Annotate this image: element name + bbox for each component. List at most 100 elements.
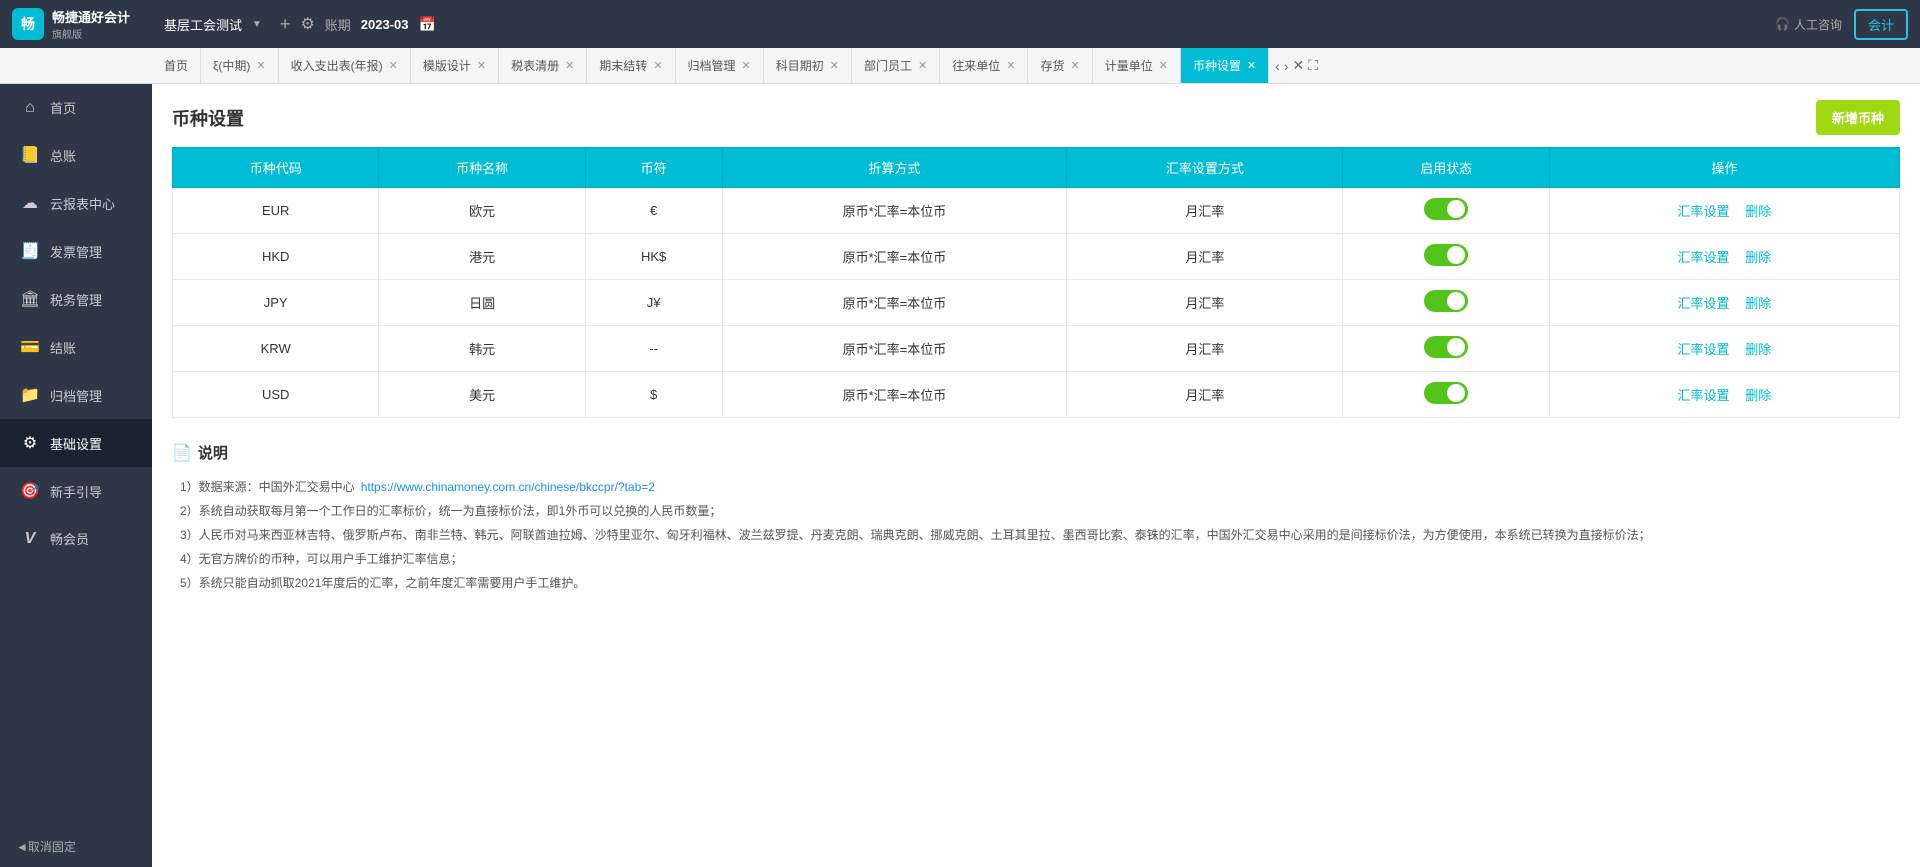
col-code: 币种代码 bbox=[173, 148, 379, 188]
workspace-settings-icon[interactable]: ⚙ bbox=[300, 14, 314, 34]
tab-close-icon[interactable]: ✕ bbox=[389, 59, 398, 72]
toggle-switch[interactable] bbox=[1424, 198, 1468, 220]
sidebar-item-settings[interactable]: ⚙ 基础设置 bbox=[0, 419, 152, 467]
workspace-name[interactable]: 基层工会测试 bbox=[164, 15, 242, 34]
tab-contacts[interactable]: 往来单位 ✕ bbox=[940, 48, 1028, 84]
tab-tax-list[interactable]: 税表清册 ✕ bbox=[499, 48, 587, 84]
new-currency-button[interactable]: 新增币种 bbox=[1816, 100, 1900, 135]
headset-icon: 🎧 bbox=[1775, 17, 1790, 31]
tab-inventory[interactable]: 存货 ✕ bbox=[1028, 48, 1092, 84]
account-button[interactable]: 会计 bbox=[1854, 9, 1908, 40]
col-method: 折算方式 bbox=[722, 148, 1067, 188]
cell-code: HKD bbox=[173, 234, 379, 280]
tab-unit[interactable]: 计量单位 ✕ bbox=[1093, 48, 1181, 84]
tab-close-icon[interactable]: ✕ bbox=[742, 59, 751, 72]
tab-annual-report[interactable]: 收入支出表(年报) ✕ bbox=[279, 48, 411, 84]
sidebar-item-settings-label: 基础设置 bbox=[50, 434, 102, 453]
cell-status bbox=[1343, 372, 1549, 418]
tab-close-icon[interactable]: ✕ bbox=[1247, 59, 1256, 72]
sidebar-item-tax-label: 税务管理 bbox=[50, 290, 102, 309]
sidebar-item-invoice[interactable]: 🧾 发票管理 bbox=[0, 227, 152, 275]
note-item-3: 3）人民币对马来西亚林吉特、俄罗斯卢布、南非兰特、韩元、阿联酋迪拉姆、沙特里亚尔… bbox=[180, 523, 1900, 547]
tab-dept-employee[interactable]: 部门员工 ✕ bbox=[852, 48, 940, 84]
sidebar-item-general-ledger[interactable]: 📒 总账 bbox=[0, 131, 152, 179]
sidebar-item-archive-label: 归档管理 bbox=[50, 386, 102, 405]
delete-link[interactable]: 删除 bbox=[1745, 250, 1771, 265]
tab-subject-init[interactable]: 科目期初 ✕ bbox=[764, 48, 852, 84]
toggle-track bbox=[1424, 198, 1468, 220]
tab-archive[interactable]: 归档管理 ✕ bbox=[676, 48, 764, 84]
tab-contacts-label: 往来单位 bbox=[952, 57, 1000, 74]
sidebar-item-member[interactable]: V 畅会员 bbox=[0, 515, 152, 562]
cell-actions: 汇率设置 删除 bbox=[1549, 326, 1899, 372]
note-link[interactable]: https://www.chinamoney.com.cn/chinese/bk… bbox=[361, 475, 655, 499]
toggle-switch[interactable] bbox=[1424, 336, 1468, 358]
prev-tab-button[interactable]: ‹ bbox=[1275, 58, 1280, 74]
delete-link[interactable]: 删除 bbox=[1745, 296, 1771, 311]
next-tab-button[interactable]: › bbox=[1284, 58, 1289, 74]
pin-button[interactable]: ◄取消固定 bbox=[16, 838, 136, 855]
tab-mid-period[interactable]: ξ(中期) ✕ bbox=[201, 48, 279, 84]
tab-close-icon[interactable]: ✕ bbox=[653, 59, 662, 72]
note-icon: 📄 bbox=[172, 443, 192, 463]
table-row: JPY 日圆 J¥ 原币*汇率=本位币 月汇率 汇率设置 删除 bbox=[173, 280, 1900, 326]
note-title-label: 说明 bbox=[198, 442, 228, 463]
rate-setting-link[interactable]: 汇率设置 bbox=[1678, 250, 1730, 265]
toggle-switch[interactable] bbox=[1424, 290, 1468, 312]
tab-close-icon[interactable]: ✕ bbox=[256, 59, 265, 72]
sidebar-item-guide-label: 新手引导 bbox=[50, 482, 102, 501]
rate-setting-link[interactable]: 汇率设置 bbox=[1678, 342, 1730, 357]
rate-setting-link[interactable]: 汇率设置 bbox=[1678, 296, 1730, 311]
tab-template-design[interactable]: 模版设计 ✕ bbox=[411, 48, 499, 84]
tab-close-icon[interactable]: ✕ bbox=[1006, 59, 1015, 72]
invoice-icon: 🧾 bbox=[20, 241, 40, 261]
tab-close-icon[interactable]: ✕ bbox=[830, 59, 839, 72]
workspace-dropdown-icon[interactable]: ▼ bbox=[252, 19, 262, 30]
tab-close-icon[interactable]: ✕ bbox=[1070, 59, 1079, 72]
sidebar-item-reports[interactable]: ☁ 云报表中心 bbox=[0, 179, 152, 227]
tab-close-icon[interactable]: ✕ bbox=[565, 59, 574, 72]
sidebar: ⌂ 首页 📒 总账 ☁ 云报表中心 🧾 发票管理 🏛 税务管理 💳 结账 bbox=[0, 84, 152, 867]
rate-setting-link[interactable]: 汇率设置 bbox=[1678, 204, 1730, 219]
tab-close-icon[interactable]: ✕ bbox=[1159, 59, 1168, 72]
tab-close-icon[interactable]: ✕ bbox=[918, 59, 927, 72]
toggle-track bbox=[1424, 244, 1468, 266]
tab-dept-employee-label: 部门员工 bbox=[864, 57, 912, 74]
tax-icon: 🏛 bbox=[20, 289, 40, 309]
delete-link[interactable]: 删除 bbox=[1745, 204, 1771, 219]
cell-name: 港元 bbox=[379, 234, 585, 280]
workspace-add-button[interactable]: + bbox=[280, 14, 291, 35]
calendar-icon[interactable]: 📅 bbox=[419, 16, 436, 33]
app-edition: 旗舰版 bbox=[52, 26, 130, 41]
expand-tab-button[interactable]: ⛶ bbox=[1308, 57, 1318, 74]
settings-icon: ⚙ bbox=[20, 433, 40, 453]
sidebar-item-checkout[interactable]: 💳 结账 bbox=[0, 323, 152, 371]
ledger-icon: 📒 bbox=[20, 145, 40, 165]
support-button[interactable]: 🎧 人工咨询 bbox=[1775, 16, 1842, 33]
sidebar-item-tax[interactable]: 🏛 税务管理 bbox=[0, 275, 152, 323]
toggle-switch[interactable] bbox=[1424, 382, 1468, 404]
tab-period-close[interactable]: 期末结转 ✕ bbox=[587, 48, 675, 84]
tab-nav-arrows: ‹ › ✕ ⛶ bbox=[1269, 57, 1324, 74]
cell-rate-type: 月汇率 bbox=[1067, 280, 1343, 326]
sidebar-item-guide[interactable]: 🎯 新手引导 bbox=[0, 467, 152, 515]
toggle-switch[interactable] bbox=[1424, 244, 1468, 266]
delete-link[interactable]: 删除 bbox=[1745, 388, 1771, 403]
tab-annual-report-label: 收入支出表(年报) bbox=[291, 57, 383, 74]
tab-currency[interactable]: 币种设置 ✕ bbox=[1181, 48, 1269, 84]
sidebar-item-home[interactable]: ⌂ 首页 bbox=[0, 84, 152, 131]
sidebar-item-archive[interactable]: 📁 归档管理 bbox=[0, 371, 152, 419]
toggle-thumb bbox=[1447, 292, 1465, 310]
note-list: 1）数据来源：中国外汇交易中心 https://www.chinamoney.c… bbox=[172, 475, 1900, 595]
page-title: 币种设置 bbox=[172, 105, 244, 131]
rate-setting-link[interactable]: 汇率设置 bbox=[1678, 388, 1730, 403]
cell-code: KRW bbox=[173, 326, 379, 372]
delete-link[interactable]: 删除 bbox=[1745, 342, 1771, 357]
cell-code: EUR bbox=[173, 188, 379, 234]
cell-status bbox=[1343, 234, 1549, 280]
col-action: 操作 bbox=[1549, 148, 1899, 188]
tab-home[interactable]: 首页 bbox=[152, 48, 201, 84]
close-all-tabs-button[interactable]: ✕ bbox=[1293, 57, 1305, 74]
table-body: EUR 欧元 € 原币*汇率=本位币 月汇率 汇率设置 删除 HKD 港元 HK… bbox=[173, 188, 1900, 418]
tab-close-icon[interactable]: ✕ bbox=[477, 59, 486, 72]
